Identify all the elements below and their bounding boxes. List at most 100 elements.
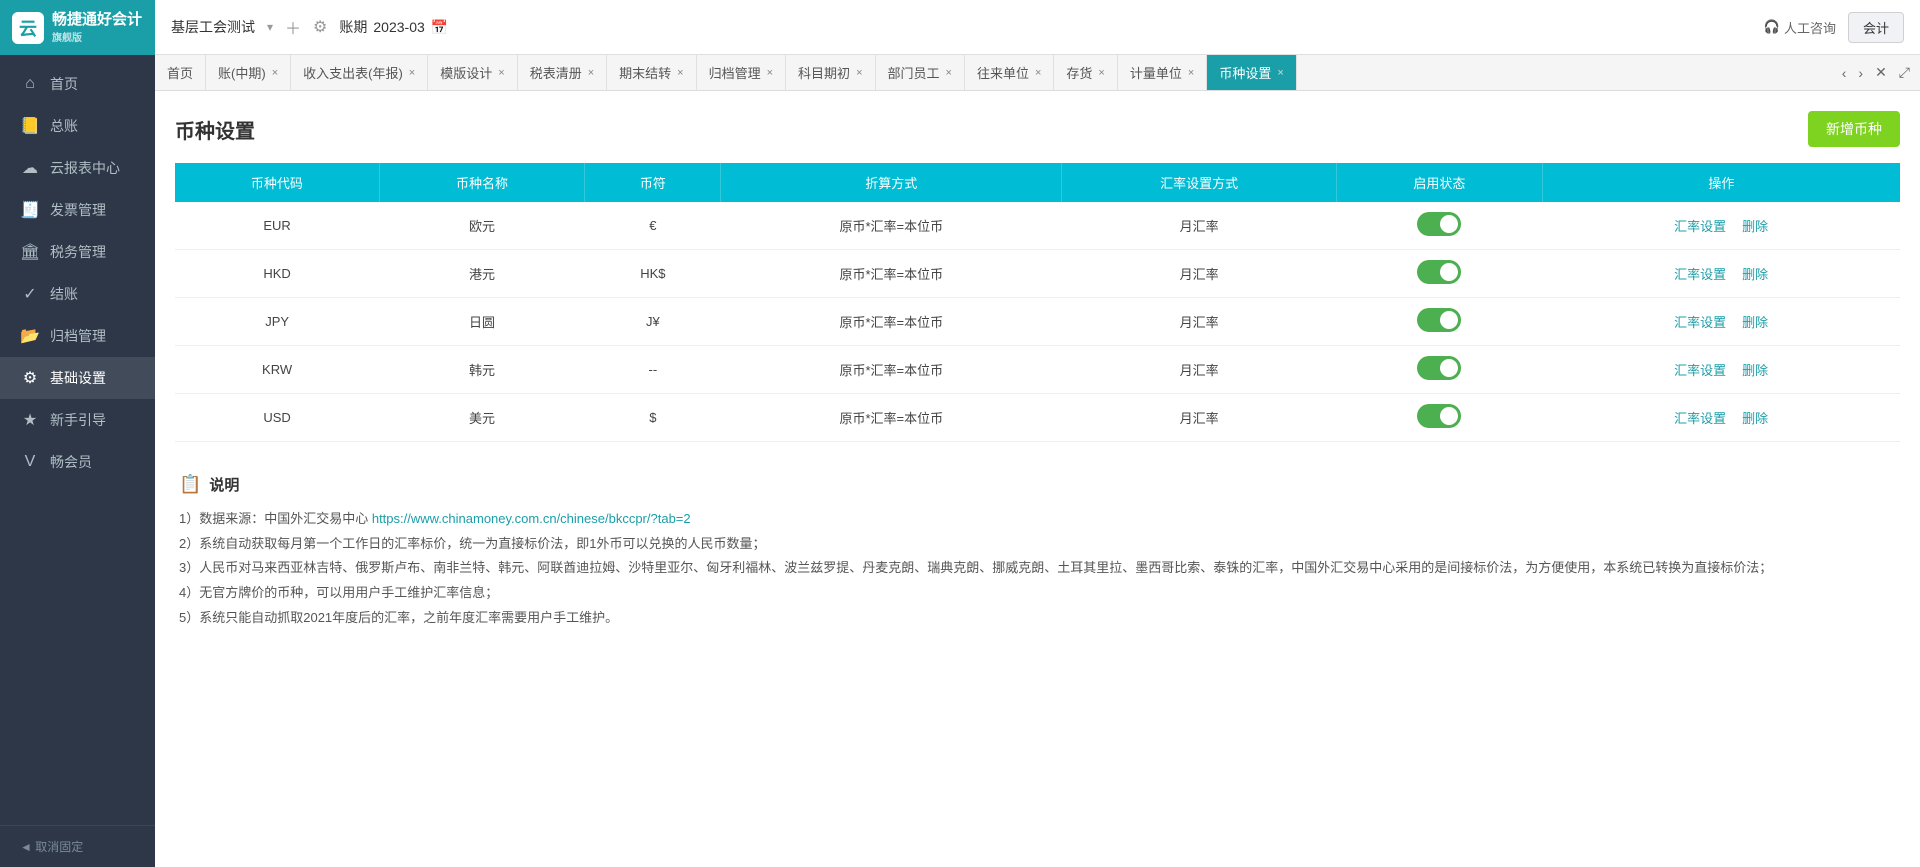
rate-settings-link[interactable]: 汇率设置 xyxy=(1674,411,1726,426)
sidebar-label-checkout: 结账 xyxy=(50,284,78,304)
tab-部门员工[interactable]: 部门员工× xyxy=(876,55,965,90)
calendar-icon[interactable]: 📅 xyxy=(431,19,448,36)
user-role-button[interactable]: 会计 xyxy=(1848,12,1904,43)
tab-close-icon[interactable]: × xyxy=(409,67,415,79)
table-row: EUR欧元€原币*汇率=本位币月汇率汇率设置删除 xyxy=(175,202,1900,250)
archive-icon: 📂 xyxy=(20,326,40,346)
help-button[interactable]: 🎧 人工咨询 xyxy=(1764,18,1836,37)
notes-icon: 📋 xyxy=(179,474,201,495)
tab-往来单位[interactable]: 往来单位 × xyxy=(965,55,1054,90)
currency-symbol: $ xyxy=(585,394,721,442)
tab-close-icon[interactable]: × xyxy=(767,67,773,79)
currency-enable-toggle[interactable] xyxy=(1417,260,1461,284)
col-header-启用状态: 启用状态 xyxy=(1337,163,1543,202)
delete-link[interactable]: 删除 xyxy=(1742,267,1768,282)
notes-external-link[interactable]: https://www.chinamoney.com.cn/chinese/bk… xyxy=(372,511,691,526)
company-dropdown-icon[interactable]: ▾ xyxy=(267,20,273,34)
tab-币种设置[interactable]: 币种设置× xyxy=(1207,55,1296,90)
tab-close-icon[interactable]: × xyxy=(1277,67,1283,79)
tab-税表清册[interactable]: 税表清册 × xyxy=(518,55,607,90)
sidebar-item-settings[interactable]: ⚙基础设置 xyxy=(0,357,155,399)
note-item-1: 1）数据来源：中国外汇交易中心 https://www.chinamoney.c… xyxy=(179,507,1896,532)
sidebar-item-tax[interactable]: 🏛税务管理 xyxy=(0,231,155,273)
sidebar-label-archive: 归档管理 xyxy=(50,326,106,346)
tab-首页[interactable]: 首页 xyxy=(155,55,206,90)
tab-close-icon[interactable]: × xyxy=(1188,67,1194,79)
currency-toggle-cell xyxy=(1337,394,1543,442)
tab-bar: 首页账(中期)×收入支出表(年报)×模版设计×税表清册×期末结转×归档管理×科目… xyxy=(155,55,1920,91)
ledger-icon: 📒 xyxy=(20,116,40,136)
tab-close-all[interactable]: ✕ xyxy=(1871,62,1891,83)
tab-账(中期)[interactable]: 账(中期)× xyxy=(206,55,291,90)
table-body: EUR欧元€原币*汇率=本位币月汇率汇率设置删除HKD港元HK$原币*汇率=本位… xyxy=(175,202,1900,442)
currency-actions: 汇率设置 删除 xyxy=(1542,250,1900,298)
note-item-2: 2）系统自动获取每月第一个工作日的汇率标价，统一为直接标价法，即1外币可以兑换的… xyxy=(179,532,1896,557)
tab-close-icon[interactable]: × xyxy=(946,67,952,79)
currency-toggle-cell xyxy=(1337,202,1543,250)
rate-settings-link[interactable]: 汇率设置 xyxy=(1674,315,1726,330)
settings-icon[interactable]: ⚙ xyxy=(313,17,327,37)
sidebar-item-home[interactable]: ⌂首页 xyxy=(0,63,155,105)
sidebar-label-guide: 新手引导 xyxy=(50,410,106,430)
tab-label: 计量单位 xyxy=(1130,63,1182,82)
tab-label: 期末结转 xyxy=(619,63,671,82)
rate-settings-link[interactable]: 汇率设置 xyxy=(1674,363,1726,378)
delete-link[interactable]: 删除 xyxy=(1742,315,1768,330)
delete-link[interactable]: 删除 xyxy=(1742,219,1768,234)
currency-rate-type: 月汇率 xyxy=(1062,394,1337,442)
currency-calc: 原币*汇率=本位币 xyxy=(721,250,1062,298)
currency-code: USD xyxy=(175,394,379,442)
sidebar-item-invoice[interactable]: 🧾发票管理 xyxy=(0,189,155,231)
sidebar-item-checkout[interactable]: ✓结账 xyxy=(0,273,155,315)
tab-scroll-right[interactable]: › xyxy=(1854,63,1867,83)
tab-close-icon[interactable]: × xyxy=(272,67,278,79)
currency-actions: 汇率设置 删除 xyxy=(1542,298,1900,346)
tab-存货[interactable]: 存货× xyxy=(1054,55,1117,90)
currency-enable-toggle[interactable] xyxy=(1417,356,1461,380)
tax-icon: 🏛 xyxy=(20,242,40,262)
delete-link[interactable]: 删除 xyxy=(1742,363,1768,378)
currency-actions: 汇率设置 删除 xyxy=(1542,394,1900,442)
tab-scroll-left[interactable]: ‹ xyxy=(1838,63,1851,83)
currency-rate-type: 月汇率 xyxy=(1062,202,1337,250)
sidebar-label-member: 畅会员 xyxy=(50,452,92,472)
sidebar-item-guide[interactable]: ★新手引导 xyxy=(0,399,155,441)
tab-label: 模版设计 xyxy=(440,63,492,82)
add-company-button[interactable]: ＋ xyxy=(285,15,301,39)
currency-code: HKD xyxy=(175,250,379,298)
tab-归档管理[interactable]: 归档管理× xyxy=(697,55,786,90)
tab-收入支出表(年报)[interactable]: 收入支出表(年报)× xyxy=(291,55,428,90)
app-logo: 云 畅捷通好会计 旗舰版 xyxy=(0,0,155,55)
tab-close-icon[interactable]: × xyxy=(498,67,504,79)
settings-icon: ⚙ xyxy=(20,368,40,388)
sidebar-item-archive[interactable]: 📂 归档管理 xyxy=(0,315,155,357)
tab-close-icon[interactable]: × xyxy=(588,67,594,79)
sidebar-item-reports[interactable]: ☁云报表中心 xyxy=(0,147,155,189)
tab-close-icon[interactable]: × xyxy=(856,67,862,79)
tab-close-icon[interactable]: × xyxy=(677,67,683,79)
sidebar-label-reports: 云报表中心 xyxy=(50,158,120,178)
tab-label: 税表清册 xyxy=(530,63,582,82)
table-header-row: 币种代码币种名称币符折算方式汇率设置方式启用状态操作 xyxy=(175,163,1900,202)
currency-actions: 汇率设置 删除 xyxy=(1542,202,1900,250)
tab-科目期初[interactable]: 科目期初× xyxy=(786,55,875,90)
delete-link[interactable]: 删除 xyxy=(1742,411,1768,426)
tab-模版设计[interactable]: 模版设计 × xyxy=(428,55,517,90)
rate-settings-link[interactable]: 汇率设置 xyxy=(1674,219,1726,234)
tab-close-icon[interactable]: × xyxy=(1098,67,1104,79)
currency-name: 欧元 xyxy=(379,202,585,250)
sidebar-pin-toggle[interactable]: ◄ 取消固定 xyxy=(0,825,155,867)
rate-settings-link[interactable]: 汇率设置 xyxy=(1674,267,1726,282)
table-row: HKD港元HK$原币*汇率=本位币月汇率汇率设置删除 xyxy=(175,250,1900,298)
currency-enable-toggle[interactable] xyxy=(1417,212,1461,236)
tab-期末结转[interactable]: 期末结转 × xyxy=(607,55,696,90)
tab-maximize[interactable]: ⤢ xyxy=(1895,62,1914,83)
sidebar-item-ledger[interactable]: 📒总账 xyxy=(0,105,155,147)
sidebar-item-member[interactable]: V畅会员 xyxy=(0,441,155,483)
new-currency-button[interactable]: 新增币种 xyxy=(1808,111,1900,147)
tab-close-icon[interactable]: × xyxy=(1035,67,1041,79)
currency-enable-toggle[interactable] xyxy=(1417,308,1461,332)
tab-计量单位[interactable]: 计量单位 × xyxy=(1118,55,1207,90)
tab-label: 往来单位 xyxy=(977,63,1029,82)
currency-enable-toggle[interactable] xyxy=(1417,404,1461,428)
